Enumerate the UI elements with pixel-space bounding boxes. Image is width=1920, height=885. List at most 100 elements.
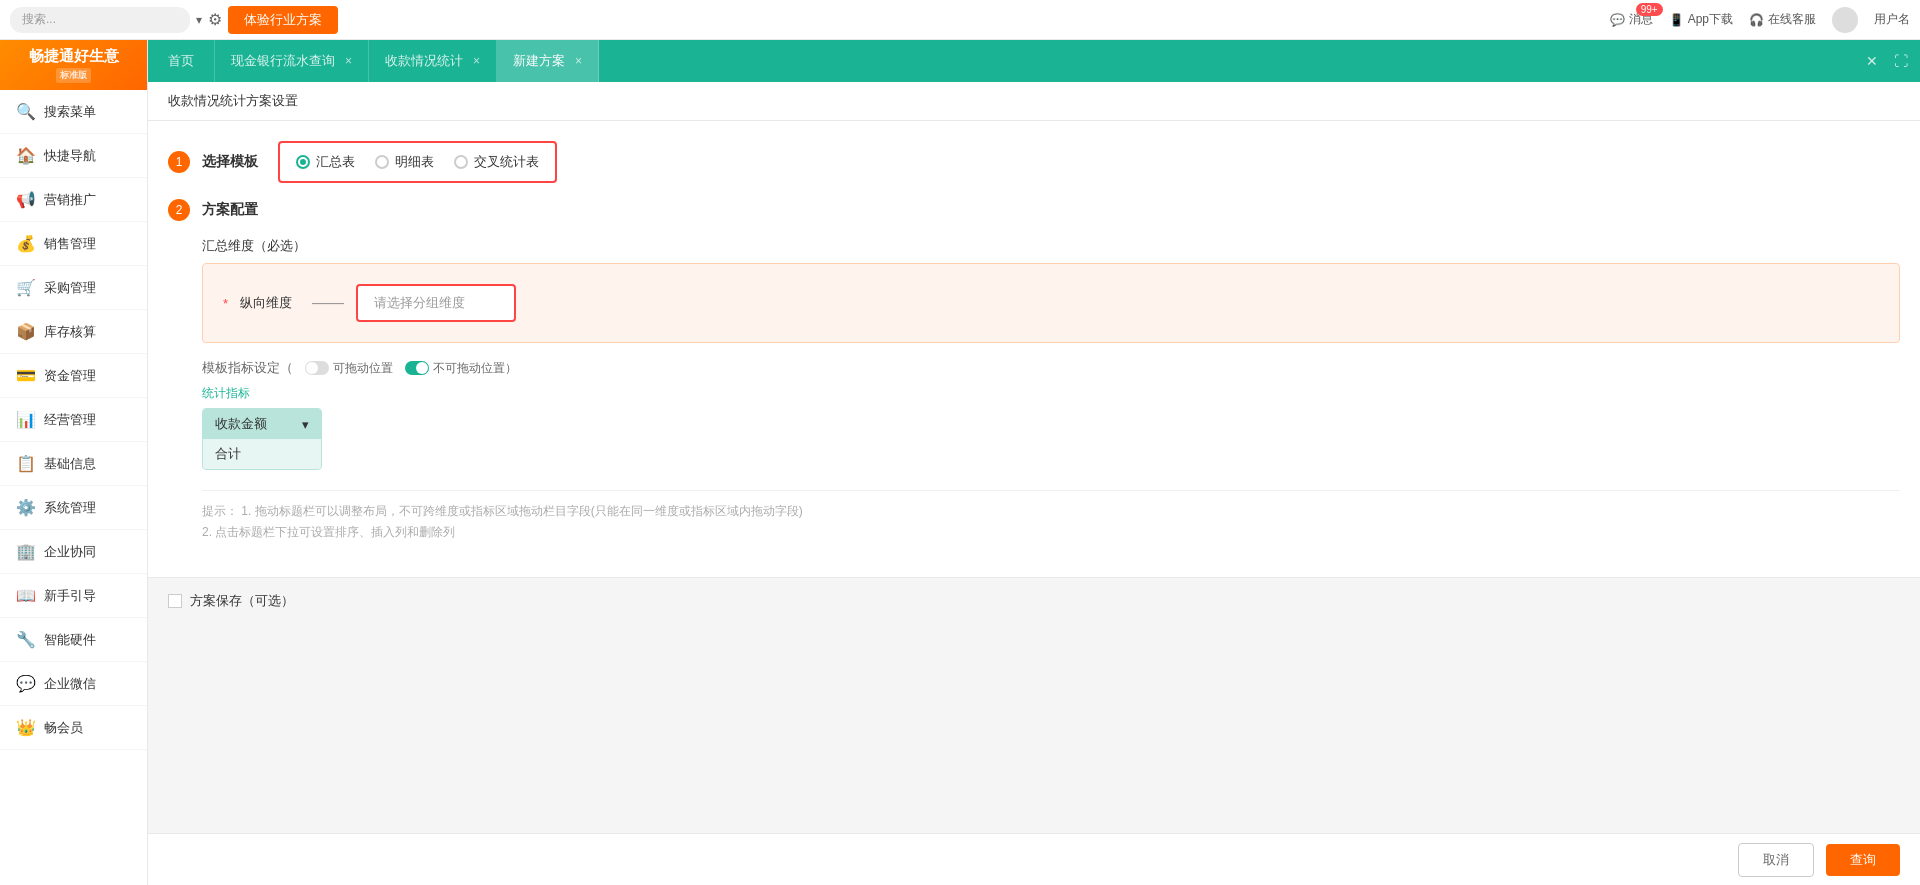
non-draggable-toggle-icon <box>405 361 429 375</box>
sidebar-item-enterprise[interactable]: 🏢 企业协同 <box>0 530 147 574</box>
stats-card: 收款金额 ▾ 合计 <box>202 408 322 470</box>
sidebar-item-member[interactable]: 👑 畅会员 <box>0 706 147 750</box>
draggable-toggle-icon <box>305 361 329 375</box>
config-section: 2 方案配置 汇总维度（必选） * 纵向维度 —— 请选择分组 <box>168 199 1900 557</box>
logo-area: 畅捷通好生意 标准版 <box>0 40 147 90</box>
service-icon: 🎧 <box>1749 13 1764 27</box>
sidebar-label-hardware: 智能硬件 <box>44 631 96 649</box>
sidebar-label-search: 搜索菜单 <box>44 103 96 121</box>
sidebar-item-marketing[interactable]: 📢 营销推广 <box>0 178 147 222</box>
indicators-section: 模板指标设定（ 可拖动位置 不可拖动位置） <box>202 359 1900 470</box>
save-option-row: 方案保存（可选） <box>148 577 1920 624</box>
online-service[interactable]: 🎧 在线客服 <box>1749 11 1816 28</box>
stats-card-header[interactable]: 收款金额 ▾ <box>203 409 321 439</box>
sidebar-label-guide: 新手引导 <box>44 587 96 605</box>
tab-new-plan[interactable]: 新建方案 × <box>497 40 599 82</box>
avatar[interactable] <box>1832 7 1858 33</box>
sidebar-label-inventory: 库存核算 <box>44 323 96 341</box>
radio-summary[interactable]: 汇总表 <box>296 153 355 171</box>
dimension-container: 汇总维度（必选） * 纵向维度 —— 请选择分组维度 <box>168 237 1900 557</box>
logo-version: 标准版 <box>56 68 91 83</box>
wechat-icon: 💬 <box>16 674 36 693</box>
sidebar-item-guide[interactable]: 📖 新手引导 <box>0 574 147 618</box>
sidebar-label-finance: 资金管理 <box>44 367 96 385</box>
tab-new-plan-label: 新建方案 <box>513 52 565 70</box>
tab-bank-flow-close[interactable]: × <box>345 54 352 68</box>
indicators-header: 模板指标设定（ 可拖动位置 不可拖动位置） <box>202 359 1900 377</box>
notification-bell[interactable]: 💬 消息 99+ <box>1610 11 1653 28</box>
tip1: 提示： 1. 拖动标题栏可以调整布局，不可跨维度或指标区域拖动栏目字段(只能在同… <box>202 503 1900 520</box>
radio-summary-dot <box>296 155 310 169</box>
radio-summary-label: 汇总表 <box>316 153 355 171</box>
download-label: App下载 <box>1688 11 1733 28</box>
operations-icon: 📊 <box>16 410 36 429</box>
sidebar-item-wechat[interactable]: 💬 企业微信 <box>0 662 147 706</box>
download-icon: 📱 <box>1669 13 1684 27</box>
app-download[interactable]: 📱 App下载 <box>1669 11 1733 28</box>
sidebar-item-search[interactable]: 🔍 搜索菜单 <box>0 90 147 134</box>
tab-home-label: 首页 <box>168 52 194 70</box>
sidebar-item-hardware[interactable]: 🔧 智能硬件 <box>0 618 147 662</box>
tab-new-plan-close[interactable]: × <box>575 54 582 68</box>
basic-info-icon: 📋 <box>16 454 36 473</box>
dim-label: 纵向维度 <box>240 294 300 312</box>
draggable-label: 可拖动位置 <box>333 360 393 377</box>
step2-label: 方案配置 <box>202 201 258 219</box>
dim-arrow-icon: —— <box>312 294 344 312</box>
step1-label: 选择模板 <box>202 153 258 171</box>
sidebar-label-marketing: 营销推广 <box>44 191 96 209</box>
tab-receipts-stats-close[interactable]: × <box>473 54 480 68</box>
sidebar-item-basic-info[interactable]: 📋 基础信息 <box>0 442 147 486</box>
dropdown-arrow[interactable]: ▾ <box>196 13 202 27</box>
industry-button[interactable]: 体验行业方案 <box>228 6 338 34</box>
sidebar-item-sales[interactable]: 💰 销售管理 <box>0 222 147 266</box>
content-area: 首页 现金银行流水查询 × 收款情况统计 × 新建方案 × ✕ ⛶ <box>148 40 1920 885</box>
inventory-icon: 📦 <box>16 322 36 341</box>
cancel-button[interactable]: 取消 <box>1738 843 1814 877</box>
radio-detail[interactable]: 明细表 <box>375 153 434 171</box>
query-button[interactable]: 查询 <box>1826 844 1900 876</box>
tip2: 2. 点击标题栏下拉可设置排序、插入列和删除列 <box>202 524 1900 541</box>
home-icon: 🏠 <box>16 146 36 165</box>
save-checkbox[interactable] <box>168 594 182 608</box>
sidebar-item-home[interactable]: 🏠 快捷导航 <box>0 134 147 178</box>
sidebar-label-purchase: 采购管理 <box>44 279 96 297</box>
stats-card-title: 收款金额 <box>215 415 267 433</box>
sidebar-label-member: 畅会员 <box>44 719 83 737</box>
search-text: 搜索... <box>22 11 56 28</box>
close-window-icon[interactable]: ✕ <box>1862 49 1882 73</box>
notification-badge: 99+ <box>1636 3 1663 16</box>
sidebar-label-enterprise: 企业协同 <box>44 543 96 561</box>
finance-icon: 💳 <box>16 366 36 385</box>
settings-icon[interactable]: ⚙ <box>208 10 222 29</box>
radio-crosstab[interactable]: 交叉统计表 <box>454 153 539 171</box>
dimension-area: * 纵向维度 —— 请选择分组维度 <box>202 263 1900 343</box>
sidebar-item-inventory[interactable]: 📦 库存核算 <box>0 310 147 354</box>
indicators-title: 模板指标设定（ <box>202 359 293 377</box>
footer-bar: 取消 查询 <box>148 833 1920 885</box>
stats-card-body: 合计 <box>203 439 321 469</box>
tab-home[interactable]: 首页 <box>148 40 215 82</box>
search-box[interactable]: 搜索... <box>10 7 190 33</box>
maximize-window-icon[interactable]: ⛶ <box>1890 49 1912 73</box>
dimension-placeholder: 请选择分组维度 <box>374 294 465 312</box>
sidebar-item-finance[interactable]: 💳 资金管理 <box>0 354 147 398</box>
stats-card-dropdown-icon: ▾ <box>302 417 309 432</box>
sidebar-item-purchase[interactable]: 🛒 采购管理 <box>0 266 147 310</box>
tab-bar-actions: ✕ ⛶ <box>1862 49 1920 73</box>
tab-bank-flow[interactable]: 现金银行流水查询 × <box>215 40 369 82</box>
radio-detail-dot <box>375 155 389 169</box>
tab-receipts-stats[interactable]: 收款情况统计 × <box>369 40 497 82</box>
dimension-header: 汇总维度（必选） <box>202 237 1900 255</box>
tab-receipts-stats-label: 收款情况统计 <box>385 52 463 70</box>
dimension-select[interactable]: 请选择分组维度 <box>356 284 516 322</box>
sidebar-item-system[interactable]: ⚙️ 系统管理 <box>0 486 147 530</box>
tab-bar: 首页 现金银行流水查询 × 收款情况统计 × 新建方案 × ✕ ⛶ <box>148 40 1920 82</box>
sidebar-label-home: 快捷导航 <box>44 147 96 165</box>
top-bar-left: 搜索... ▾ ⚙ 体验行业方案 <box>10 6 1602 34</box>
username: 用户名 <box>1874 11 1910 28</box>
save-label: 方案保存（可选） <box>190 592 294 610</box>
template-selection: 汇总表 明细表 交叉统计表 <box>278 141 557 183</box>
sidebar-item-operations[interactable]: 📊 经营管理 <box>0 398 147 442</box>
stats-section: 统计指标 收款金额 ▾ 合计 <box>202 385 1900 470</box>
